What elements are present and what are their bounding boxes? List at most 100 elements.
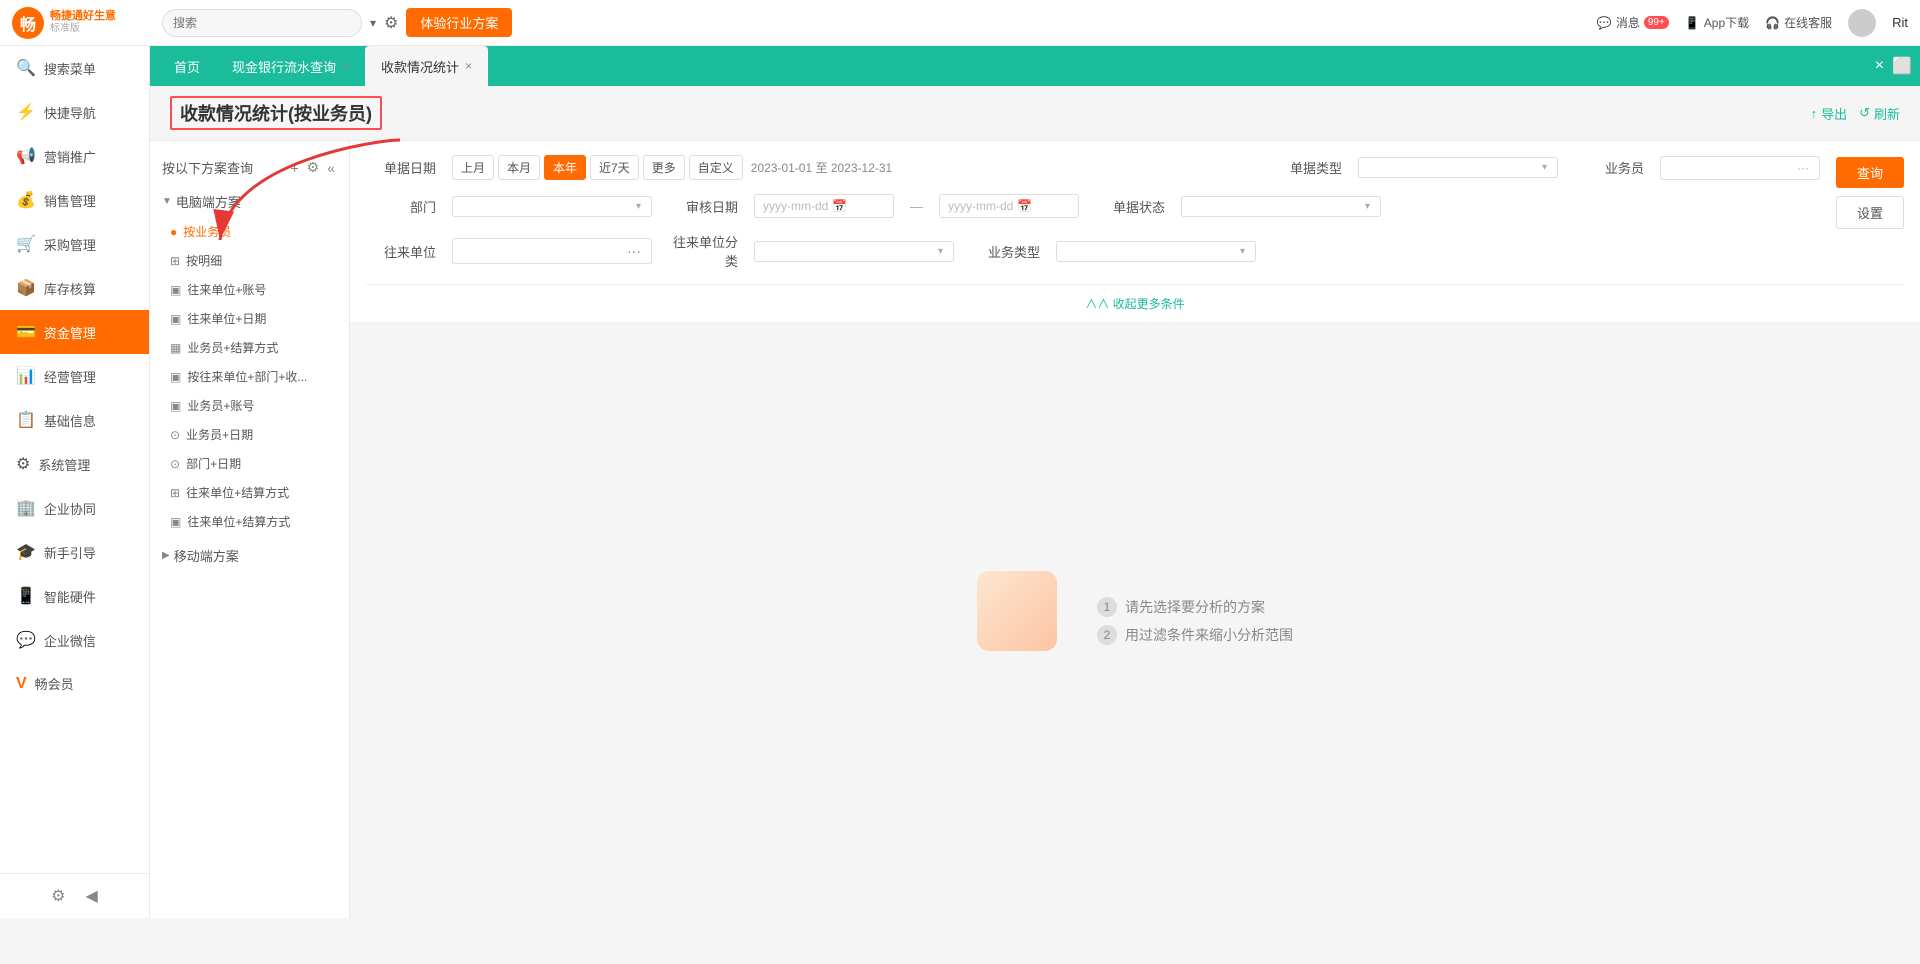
- collapse-bar[interactable]: ∧∧ 收起更多条件: [366, 284, 1904, 322]
- sidebar-item-guide[interactable]: 🎓 新手引导: [0, 530, 149, 574]
- messages-btn[interactable]: 💬 消息 99+: [1597, 14, 1669, 31]
- hardware-icon: 📱: [16, 586, 36, 606]
- sidebar-item-inventory[interactable]: 📦 库存核算: [0, 266, 149, 310]
- tab-bank-flow[interactable]: 现金银行流水查询 ×: [216, 46, 365, 86]
- empty-step-2: 2 用过滤条件来缩小分析范围: [1097, 621, 1293, 649]
- tab-bank-flow-close[interactable]: ×: [342, 59, 349, 73]
- scheme-item-partner-account[interactable]: ▣ 往来单位+账号: [158, 275, 349, 304]
- refresh-icon: ↺: [1859, 105, 1870, 121]
- voucher-status-dropdown[interactable]: ▾: [1181, 196, 1381, 217]
- sidebar-item-operations[interactable]: 📊 经营管理: [0, 354, 149, 398]
- filter-right-buttons: 查询 设置: [1820, 155, 1904, 284]
- date-tab-custom[interactable]: 自定义: [689, 155, 743, 180]
- sidebar-item-system[interactable]: ⚙ 系统管理: [0, 442, 149, 486]
- scheme-settings-btn[interactable]: ⚙: [305, 157, 322, 178]
- inventory-icon: 📦: [16, 278, 36, 298]
- top-search-input[interactable]: [162, 9, 362, 37]
- scheme-item-partner-date[interactable]: ▣ 往来单位+日期: [158, 304, 349, 333]
- audit-date-to[interactable]: yyyy-mm-dd 📅: [939, 194, 1079, 218]
- partner-label: 往来单位: [366, 242, 436, 261]
- settings-icon-btn[interactable]: ⚙: [384, 13, 398, 33]
- scheme-item-salesperson-settle[interactable]: ▦ 业务员+结算方式: [158, 333, 349, 362]
- trial-btn[interactable]: 体验行业方案: [406, 8, 512, 37]
- date-tab-this-month[interactable]: 本月: [498, 155, 540, 180]
- scheme-item-partner-dept-collect[interactable]: ▣ 按往来单位+部门+收...: [158, 362, 349, 391]
- sidebar-item-marketing[interactable]: 📢 营销推广: [0, 134, 149, 178]
- basicinfo-icon: 📋: [16, 410, 36, 430]
- content-area: 首页 现金银行流水查询 × 收款情况统计 × × ⬜ 收款情况统计(按业务员) …: [150, 46, 1920, 918]
- sidebar-item-finance[interactable]: 💳 资金管理: [0, 310, 149, 354]
- salesperson-dropdown[interactable]: ···: [1660, 156, 1820, 180]
- scheme-item-label-salesperson: 按业务员: [183, 223, 231, 240]
- sidebar-settings-btn[interactable]: ⚙: [43, 882, 73, 910]
- scheme-group-pc-title[interactable]: ▼ 电脑端方案: [150, 186, 349, 217]
- scheme-item-icon-pa: ▣: [170, 283, 181, 297]
- window-close-btn[interactable]: ×: [1875, 57, 1884, 75]
- tab-collection-close[interactable]: ×: [465, 59, 472, 73]
- date-tab-this-year[interactable]: 本年: [544, 155, 586, 180]
- scheme-collapse-btn[interactable]: «: [325, 157, 337, 178]
- scheme-item-label-ps2: 往来单位+结算方式: [187, 513, 290, 530]
- scheme-item-label-detail: 按明细: [186, 252, 222, 269]
- date-tab-more[interactable]: 更多: [643, 155, 685, 180]
- sidebar-label-sales: 销售管理: [44, 191, 96, 210]
- sidebar-item-vip[interactable]: V 畅会员: [0, 662, 149, 705]
- scheme-item-partner-settle2[interactable]: ▣ 往来单位+结算方式: [158, 507, 349, 536]
- scheme-item-dept-date[interactable]: ⊙ 部门+日期: [158, 449, 349, 478]
- date-label: 单据日期: [366, 158, 436, 177]
- page-content: 按以下方案查询 + ⚙ « ▼ 电脑端方案 ●: [150, 141, 1920, 918]
- voucher-type-dropdown[interactable]: ▾: [1358, 157, 1558, 178]
- dept-dropdown[interactable]: ▾: [452, 196, 652, 217]
- sidebar-item-hardware[interactable]: 📱 智能硬件: [0, 574, 149, 618]
- audit-date-from[interactable]: yyyy-mm-dd 📅: [754, 194, 894, 218]
- nav-dropdown-btn[interactable]: ▾: [370, 16, 376, 30]
- partner-more-dots[interactable]: ···: [627, 243, 641, 259]
- date-tabs: 上月 本月 本年 近7天 更多 自定义: [452, 155, 743, 180]
- calendar-icon: 📅: [832, 199, 847, 213]
- sidebar-item-basicinfo[interactable]: 📋 基础信息: [0, 398, 149, 442]
- date-tab-prev-month[interactable]: 上月: [452, 155, 494, 180]
- window-buttons: × ⬜: [1875, 56, 1912, 76]
- voucher-status-label: 单据状态: [1095, 197, 1165, 216]
- scheme-group-mobile-title[interactable]: ▶ 移动端方案: [150, 540, 349, 571]
- more-dots-btn[interactable]: ···: [1797, 161, 1809, 175]
- sidebar-item-sales[interactable]: 💰 销售管理: [0, 178, 149, 222]
- sidebar-collapse-btn[interactable]: ◀︎: [78, 882, 106, 910]
- tab-home[interactable]: 首页: [158, 46, 216, 86]
- biz-type-dropdown[interactable]: ▾: [1056, 241, 1256, 262]
- scheme-item-salesperson-date[interactable]: ⊙ 业务员+日期: [158, 420, 349, 449]
- wechat-icon: 💬: [16, 630, 36, 650]
- scheme-item-by-detail[interactable]: ⊞ 按明细: [158, 246, 349, 275]
- scheme-item-partner-settle1[interactable]: ⊞ 往来单位+结算方式: [158, 478, 349, 507]
- online-service-btn[interactable]: 🎧 在线客服: [1765, 14, 1832, 31]
- scheme-add-btn[interactable]: +: [288, 157, 300, 178]
- date-tab-last7[interactable]: 近7天: [590, 155, 639, 180]
- scheme-group-mobile: ▶ 移动端方案: [150, 540, 349, 571]
- partner-category-dropdown[interactable]: ▾: [754, 241, 954, 262]
- tab-collection[interactable]: 收款情况统计 ×: [365, 46, 488, 86]
- scheme-item-icon-pdc: ▣: [170, 370, 181, 384]
- partner-category-label: 往来单位分类: [668, 232, 738, 270]
- app-download-btn[interactable]: 📱 App下载: [1685, 14, 1749, 31]
- query-btn[interactable]: 查询: [1836, 157, 1904, 188]
- sidebar-label-purchase: 采购管理: [44, 235, 96, 254]
- sidebar-item-search[interactable]: 🔍 搜索菜单: [0, 46, 149, 90]
- empty-step-1: 1 请先选择要分析的方案: [1097, 593, 1293, 621]
- scheme-item-label-dd: 部门+日期: [186, 455, 241, 472]
- sidebar-item-purchase[interactable]: 🛒 采购管理: [0, 222, 149, 266]
- filter-settings-btn[interactable]: 设置: [1836, 196, 1904, 229]
- sidebar-item-wechat[interactable]: 💬 企业微信: [0, 618, 149, 662]
- scheme-item-salesperson-account[interactable]: ▣ 业务员+账号: [158, 391, 349, 420]
- operations-icon: 📊: [16, 366, 36, 386]
- user-avatar[interactable]: [1848, 9, 1876, 37]
- sidebar-item-quicknav[interactable]: ⚡ 快捷导航: [0, 90, 149, 134]
- scheme-item-by-salesperson[interactable]: ● 按业务员: [158, 217, 349, 246]
- window-maximize-btn[interactable]: ⬜: [1892, 56, 1912, 76]
- refresh-btn[interactable]: ↺ 刷新: [1859, 104, 1900, 123]
- partner-dropdown[interactable]: ···: [452, 238, 652, 264]
- scheme-item-icon-ps2: ▣: [170, 515, 181, 529]
- sidebar-label-vip: 畅会员: [35, 674, 74, 693]
- search-menu-icon: 🔍: [16, 58, 36, 78]
- export-btn[interactable]: ↑ 导出: [1811, 104, 1848, 123]
- sidebar-item-enterprise[interactable]: 🏢 企业协同: [0, 486, 149, 530]
